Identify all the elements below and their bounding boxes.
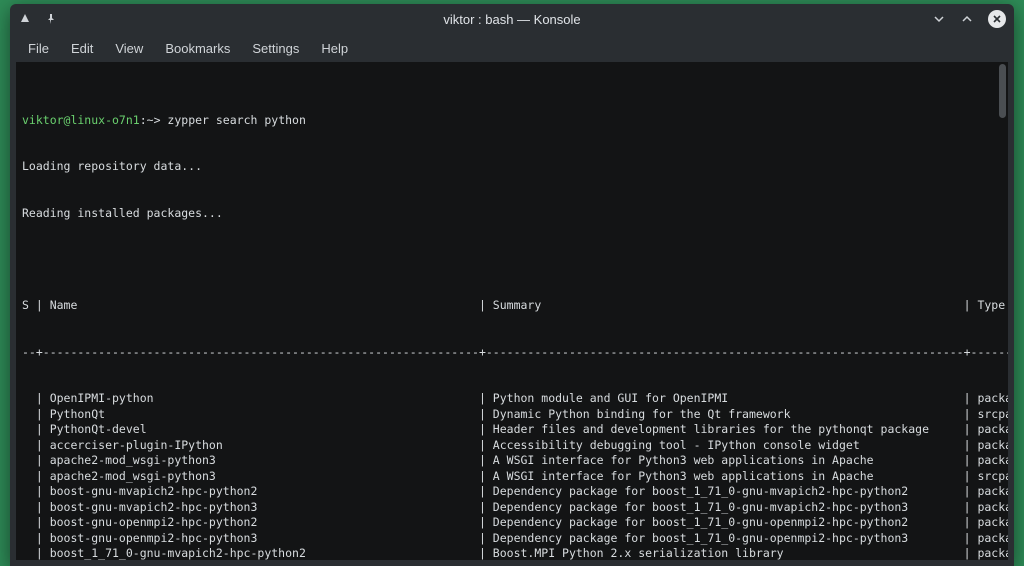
- table-row: | boost-gnu-mvapich2-hpc-python3 | Depen…: [22, 500, 1002, 516]
- table-row: | apache2-mod_wsgi-python3 | A WSGI inte…: [22, 469, 1002, 485]
- pin-icon[interactable]: [44, 12, 58, 26]
- konsole-window: viktor : bash — Konsole File Edit View B…: [10, 4, 1014, 566]
- table-row: | OpenIPMI-python | Python module and GU…: [22, 391, 1002, 407]
- menubar: File Edit View Bookmarks Settings Help: [10, 34, 1014, 62]
- table-row: | boost-gnu-openmpi2-hpc-python2 | Depen…: [22, 515, 1002, 531]
- menu-file[interactable]: File: [28, 41, 49, 56]
- line-loading: Loading repository data...: [22, 159, 1002, 175]
- menu-view[interactable]: View: [115, 41, 143, 56]
- menu-help[interactable]: Help: [321, 41, 348, 56]
- table-row: | apache2-mod_wsgi-python3 | A WSGI inte…: [22, 453, 1002, 469]
- line-prompt: viktor@linux-o7n1:~> zypper search pytho…: [22, 113, 1002, 129]
- menu-settings[interactable]: Settings: [252, 41, 299, 56]
- prompt-command: zypper search python: [161, 113, 306, 127]
- prompt-user-host: viktor@linux-o7n1: [22, 113, 140, 127]
- menu-bookmarks[interactable]: Bookmarks: [165, 41, 230, 56]
- table-row: | PythonQt | Dynamic Python binding for …: [22, 407, 1002, 423]
- terminal-output[interactable]: viktor@linux-o7n1:~> zypper search pytho…: [16, 62, 1008, 560]
- table-row: | boost-gnu-mvapich2-hpc-python2 | Depen…: [22, 484, 1002, 500]
- line-reading: Reading installed packages...: [22, 206, 1002, 222]
- table-divider: --+-------------------------------------…: [22, 345, 1002, 361]
- table-row: | PythonQt-devel | Header files and deve…: [22, 422, 1002, 438]
- scrollbar[interactable]: [999, 64, 1006, 118]
- app-menu-icon[interactable]: [18, 12, 32, 26]
- maximize-icon[interactable]: [960, 12, 974, 26]
- table-row: | boost-gnu-openmpi2-hpc-python3 | Depen…: [22, 531, 1002, 547]
- minimize-icon[interactable]: [932, 12, 946, 26]
- window-title: viktor : bash — Konsole: [443, 12, 580, 27]
- prompt-path: ~>: [147, 113, 161, 127]
- table-row: | accerciser-plugin-IPython | Accessibil…: [22, 438, 1002, 454]
- table-header: S | Name | Summary | Type: [22, 298, 1002, 314]
- table-row: | boost_1_71_0-gnu-mvapich2-hpc-python2 …: [22, 546, 1002, 560]
- menu-edit[interactable]: Edit: [71, 41, 93, 56]
- close-icon[interactable]: [988, 10, 1006, 28]
- blank-line: [22, 252, 1002, 267]
- titlebar[interactable]: viktor : bash — Konsole: [10, 4, 1014, 34]
